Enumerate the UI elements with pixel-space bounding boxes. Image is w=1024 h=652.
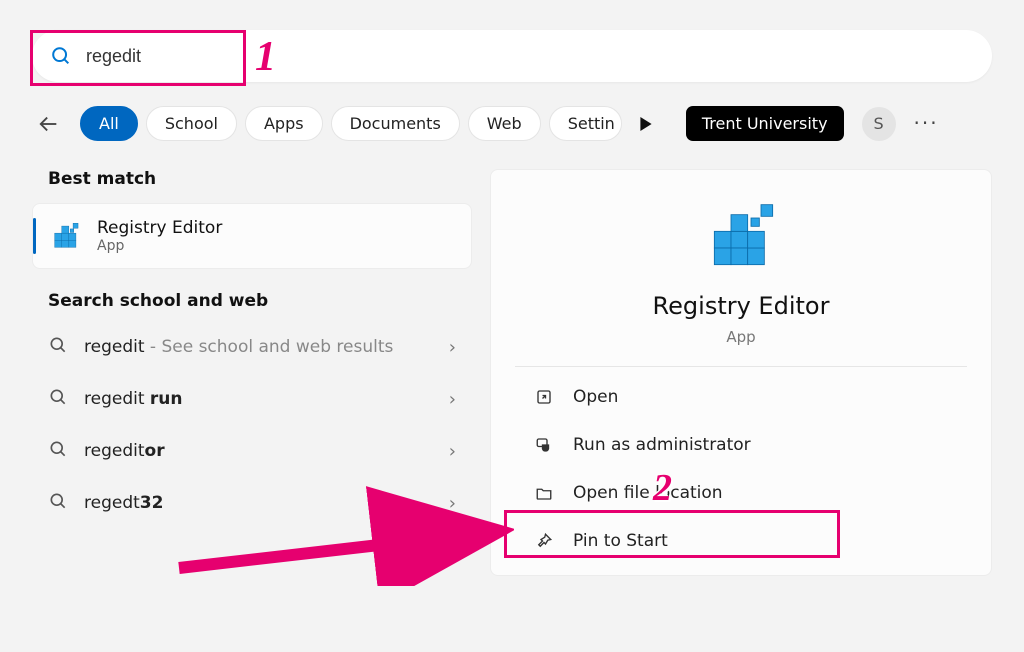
search-input[interactable] <box>86 46 974 67</box>
chevron-right-icon: › <box>449 389 456 410</box>
filter-chip-all[interactable]: All <box>80 106 138 141</box>
best-match-title: Registry Editor <box>97 218 222 238</box>
chevron-right-icon: › <box>449 493 456 514</box>
search-icon <box>48 439 68 463</box>
folder-icon <box>533 484 555 502</box>
best-match-subtitle: App <box>97 238 222 254</box>
chevron-right-icon: › <box>449 441 456 462</box>
search-icon <box>50 45 72 67</box>
best-match-label: Best match <box>32 169 472 203</box>
detail-title: Registry Editor <box>653 292 830 320</box>
registry-editor-icon <box>49 219 83 253</box>
divider <box>515 366 967 367</box>
action-label: Pin to Start <box>573 531 668 551</box>
avatar[interactable]: S <box>862 107 896 141</box>
open-icon <box>533 388 555 406</box>
search-bar[interactable] <box>32 30 992 82</box>
best-match-item[interactable]: Registry Editor App <box>32 203 472 269</box>
filter-chip-school[interactable]: School <box>146 106 237 141</box>
suggestion-text: regeditor <box>84 441 433 461</box>
org-pill[interactable]: Trent University <box>686 106 844 141</box>
overflow-menu-icon[interactable]: ··· <box>904 111 949 137</box>
suggestion-text: regedt32 <box>84 493 433 513</box>
filter-chip-apps[interactable]: Apps <box>245 106 323 141</box>
filter-chip-web[interactable]: Web <box>468 106 541 141</box>
action-open[interactable]: Open <box>501 373 981 421</box>
back-arrow-icon[interactable] <box>32 107 66 141</box>
action-open-file-location[interactable]: Open file location <box>501 469 981 517</box>
search-icon <box>48 491 68 515</box>
suggestion-text: regedit - See school and web results <box>84 337 433 357</box>
filter-row: All School Apps Documents Web Settin Tre… <box>0 100 1024 141</box>
action-pin-to-start[interactable]: Pin to Start <box>501 517 981 565</box>
suggestion-item[interactable]: regedit - See school and web results › <box>32 321 472 373</box>
suggestion-item[interactable]: regedit run › <box>32 373 472 425</box>
detail-subtitle: App <box>726 328 755 346</box>
action-run-as-administrator[interactable]: Run as administrator <box>501 421 981 469</box>
shield-icon <box>533 436 555 454</box>
scroll-right-icon[interactable] <box>632 110 660 138</box>
filter-chip-settings[interactable]: Settin <box>549 106 622 141</box>
detail-panel: Registry Editor App Open Run as administ… <box>490 169 992 576</box>
registry-editor-icon <box>701 198 781 278</box>
filter-chip-documents[interactable]: Documents <box>331 106 460 141</box>
chevron-right-icon: › <box>449 337 456 358</box>
suggestion-item[interactable]: regedt32 › <box>32 477 472 529</box>
annotation-number-2: 2 <box>653 466 672 510</box>
action-label: Open file location <box>573 483 723 503</box>
action-label: Open <box>573 387 618 407</box>
suggestion-item[interactable]: regeditor › <box>32 425 472 477</box>
annotation-number-1: 1 <box>255 33 276 81</box>
pin-icon <box>533 532 555 550</box>
action-label: Run as administrator <box>573 435 751 455</box>
suggestion-text: regedit run <box>84 389 433 409</box>
search-icon <box>48 335 68 359</box>
search-scope-label: Search school and web <box>32 291 472 321</box>
search-icon <box>48 387 68 411</box>
